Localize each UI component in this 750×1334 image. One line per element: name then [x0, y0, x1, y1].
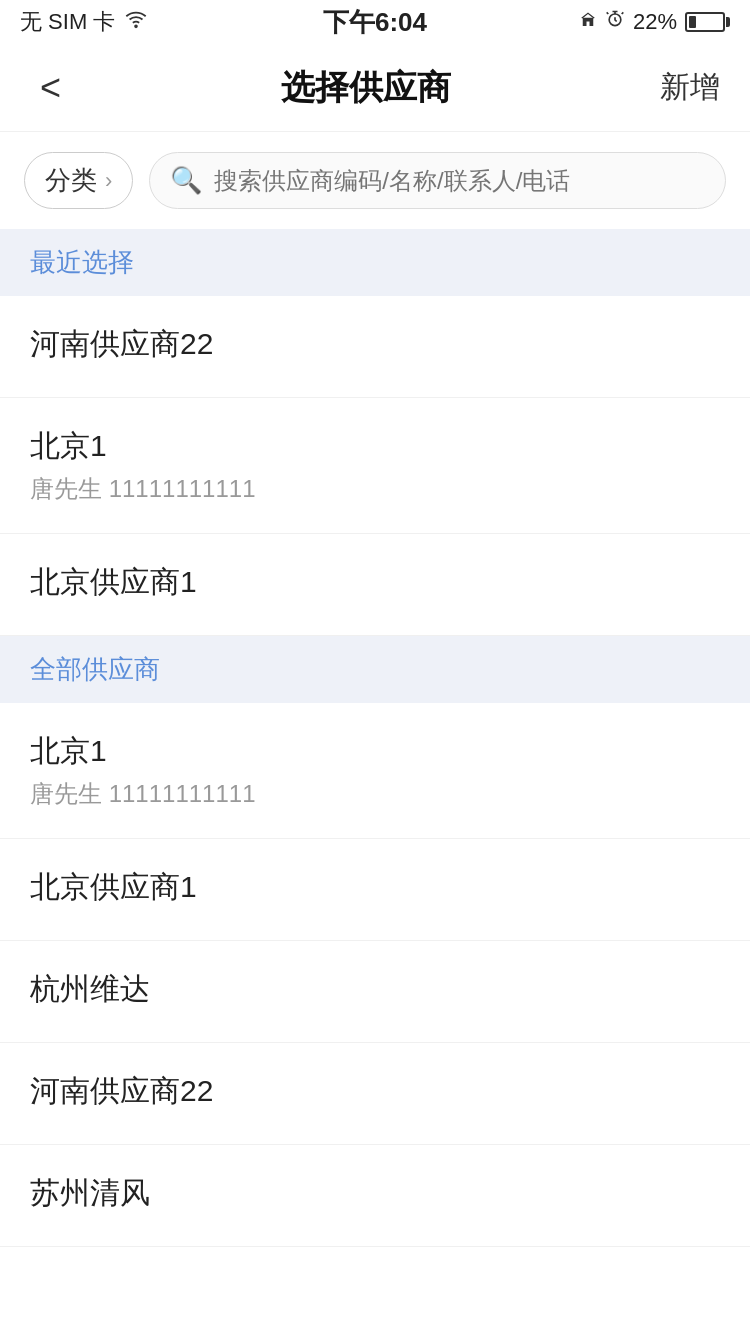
list-item[interactable]: 北京1 唐先生 11111111111	[0, 398, 750, 534]
list-item[interactable]: 杭州维达	[0, 941, 750, 1043]
location-icon	[579, 9, 597, 35]
item-name: 北京1	[30, 731, 720, 772]
page-title: 选择供应商	[281, 65, 451, 111]
list-item[interactable]: 北京供应商1	[0, 839, 750, 941]
status-bar: 无 SIM 卡 下午6:04 22%	[0, 0, 750, 44]
search-input[interactable]	[214, 167, 705, 195]
status-left: 无 SIM 卡	[20, 7, 147, 37]
nav-bar: < 选择供应商 新增	[0, 44, 750, 132]
recent-list: 河南供应商22 北京1 唐先生 11111111111 北京供应商1	[0, 296, 750, 636]
status-time: 下午6:04	[323, 5, 427, 40]
all-list: 北京1 唐先生 11111111111 北京供应商1 杭州维达河南供应商22 苏州清风	[0, 703, 750, 1247]
item-name: 河南供应商22	[30, 324, 720, 365]
all-section-label: 全部供应商	[30, 654, 160, 684]
category-button[interactable]: 分类 ›	[24, 152, 133, 209]
category-label: 分类	[45, 163, 97, 198]
alarm-icon	[605, 9, 625, 35]
add-button[interactable]: 新增	[660, 67, 720, 108]
carrier-label: 无 SIM 卡	[20, 7, 115, 37]
wifi-icon	[125, 8, 147, 36]
back-button[interactable]: <	[30, 57, 71, 119]
item-name: 杭州维达	[30, 969, 720, 1010]
recent-section-header: 最近选择	[0, 229, 750, 296]
filter-bar: 分类 › 🔍	[0, 132, 750, 229]
item-name: 北京供应商1	[30, 562, 720, 603]
list-item[interactable]: 河南供应商22	[0, 1043, 750, 1145]
search-bar[interactable]: 🔍	[149, 152, 726, 209]
item-name: 苏州清风	[30, 1173, 720, 1214]
list-item[interactable]: 河南供应商22	[0, 296, 750, 398]
item-sub: 唐先生 11111111111	[30, 778, 720, 810]
item-name: 北京1	[30, 426, 720, 467]
search-icon: 🔍	[170, 165, 202, 196]
recent-section-label: 最近选择	[30, 247, 134, 277]
battery-percentage: 22%	[633, 9, 677, 35]
all-section-header: 全部供应商	[0, 636, 750, 703]
list-item[interactable]: 北京供应商1	[0, 534, 750, 636]
item-name: 北京供应商1	[30, 867, 720, 908]
list-item[interactable]: 北京1 唐先生 11111111111	[0, 703, 750, 839]
list-item[interactable]: 苏州清风	[0, 1145, 750, 1247]
status-right: 22%	[579, 9, 730, 35]
item-sub: 唐先生 11111111111	[30, 473, 720, 505]
battery-icon	[685, 12, 730, 32]
item-name: 河南供应商22	[30, 1071, 720, 1112]
svg-point-0	[135, 25, 137, 27]
chevron-right-icon: ›	[105, 168, 112, 194]
